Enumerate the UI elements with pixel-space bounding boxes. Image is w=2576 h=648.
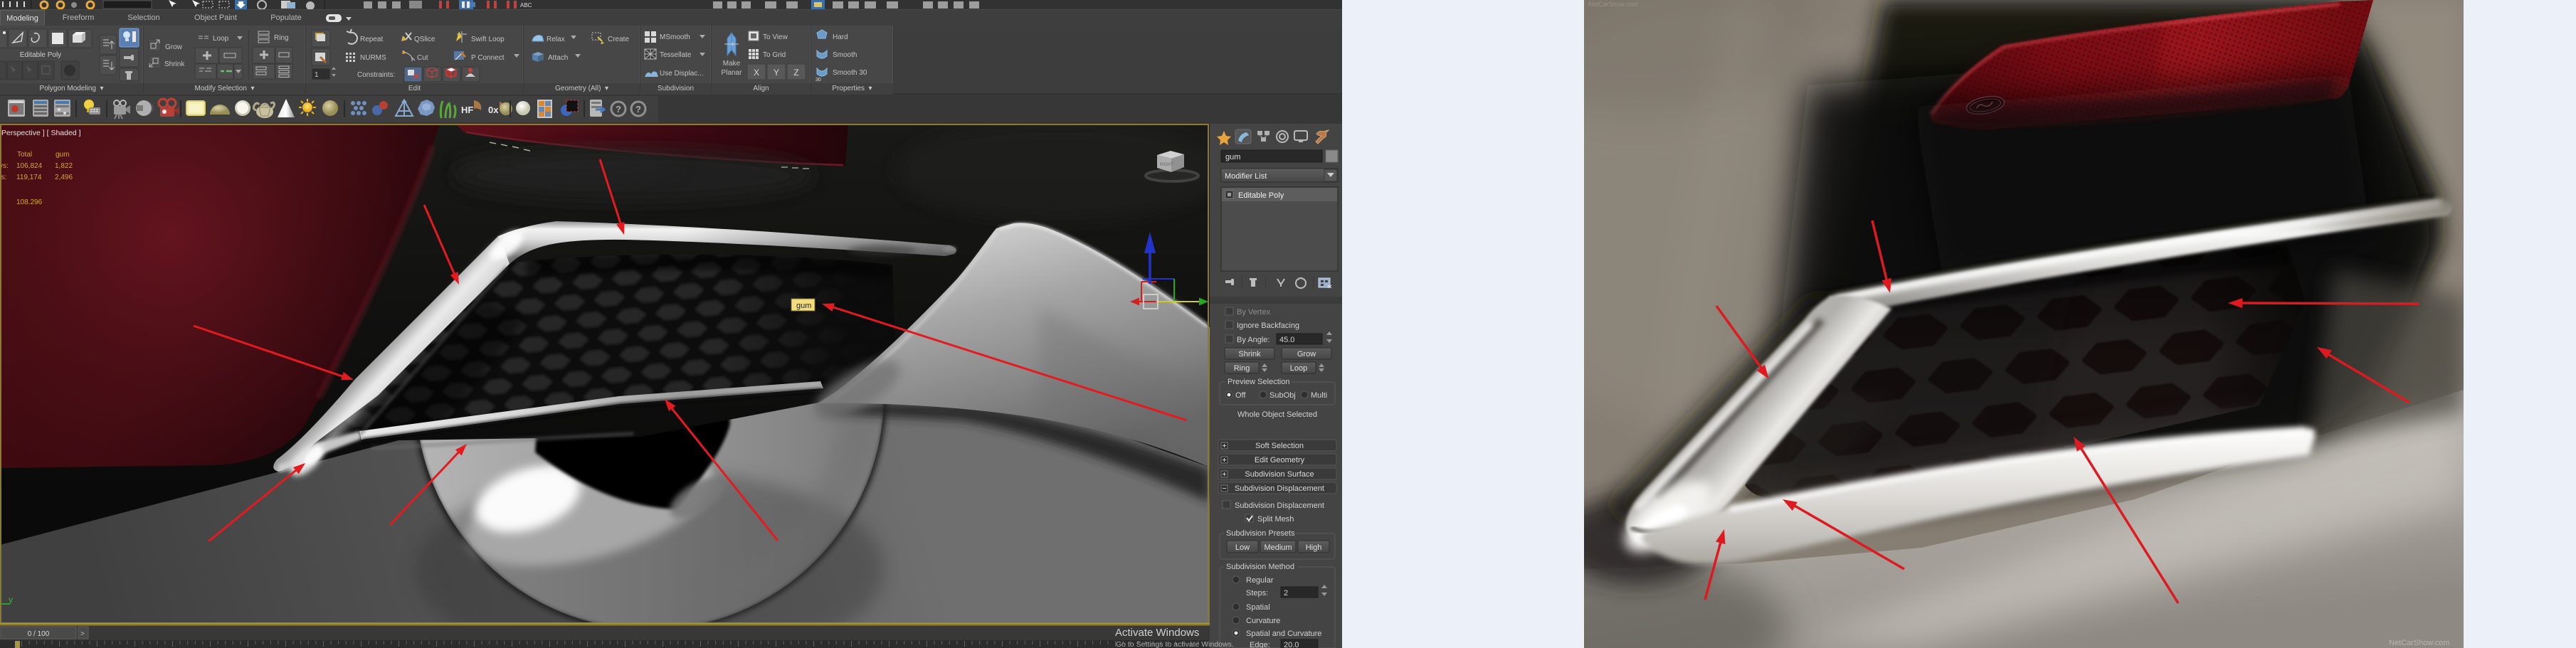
svg-text:Z: Z bbox=[793, 68, 798, 78]
svg-text:To View: To View bbox=[763, 33, 788, 41]
svg-text:NURMS: NURMS bbox=[360, 54, 386, 62]
svg-text:Medium: Medium bbox=[1264, 543, 1292, 552]
svg-text:NetCarShow.com: NetCarShow.com bbox=[2389, 639, 2450, 647]
svg-text:HF: HF bbox=[461, 105, 473, 115]
svg-text:To Grid: To Grid bbox=[763, 51, 786, 59]
svg-text:Swift Loop: Swift Loop bbox=[471, 36, 505, 43]
svg-text:Off: Off bbox=[1235, 391, 1246, 400]
svg-text:Ignore Backfacing: Ignore Backfacing bbox=[1237, 322, 1299, 330]
svg-text:Editable Poly: Editable Poly bbox=[20, 51, 61, 59]
svg-text:Steps:: Steps: bbox=[1246, 589, 1268, 597]
svg-text:Low: Low bbox=[1235, 543, 1250, 552]
svg-text:Edge:: Edge: bbox=[1250, 641, 1270, 648]
svg-text:Smooth: Smooth bbox=[833, 51, 857, 59]
svg-text:Shrink: Shrink bbox=[164, 60, 185, 68]
svg-text:Repeat: Repeat bbox=[360, 36, 383, 43]
svg-text:Perspective ] [ Shaded ]: Perspective ] [ Shaded ] bbox=[1, 129, 81, 137]
svg-text:Ring: Ring bbox=[1234, 364, 1250, 373]
svg-text:Whole Object Selected: Whole Object Selected bbox=[1237, 410, 1317, 419]
svg-text:Loop: Loop bbox=[213, 35, 229, 43]
svg-text:QSlice: QSlice bbox=[414, 36, 436, 43]
svg-text:By Vertex: By Vertex bbox=[1237, 308, 1271, 317]
svg-text:Planar: Planar bbox=[722, 69, 743, 77]
svg-text:Attach: Attach bbox=[548, 54, 568, 62]
svg-text:High: High bbox=[1306, 543, 1322, 552]
svg-text:SubObj: SubObj bbox=[1269, 391, 1296, 400]
svg-text:Subdivision Method: Subdivision Method bbox=[1226, 563, 1294, 571]
svg-text:Make: Make bbox=[723, 60, 741, 68]
svg-text:>: > bbox=[80, 630, 85, 638]
svg-text:119,174: 119,174 bbox=[16, 174, 42, 181]
svg-text:Grow: Grow bbox=[1297, 350, 1316, 358]
svg-text:Ring: Ring bbox=[274, 34, 289, 42]
svg-text:1,822: 1,822 bbox=[55, 162, 73, 170]
svg-text:Editable Poly: Editable Poly bbox=[1238, 191, 1284, 200]
svg-text:Modifier List: Modifier List bbox=[1225, 172, 1267, 181]
svg-text:y: y bbox=[9, 595, 13, 605]
svg-text:Curvature: Curvature bbox=[1246, 617, 1280, 625]
svg-text:X: X bbox=[754, 68, 759, 78]
svg-text:Create: Create bbox=[608, 36, 629, 43]
svg-text:?: ? bbox=[635, 104, 641, 115]
svg-text:Cut: Cut bbox=[417, 54, 428, 62]
svg-text:Total: Total bbox=[17, 151, 32, 159]
svg-text:0x: 0x bbox=[488, 105, 499, 115]
svg-text:Subdivision Presets: Subdivision Presets bbox=[1226, 529, 1295, 538]
svg-text:Smooth 30: Smooth 30 bbox=[833, 69, 867, 77]
svg-text:Subdivision Displacement: Subdivision Displacement bbox=[1235, 501, 1324, 510]
svg-text:30: 30 bbox=[815, 78, 821, 83]
svg-text:Hard: Hard bbox=[833, 33, 848, 41]
svg-text:106,824: 106,824 bbox=[16, 162, 43, 170]
svg-text:Relax: Relax bbox=[547, 36, 565, 43]
svg-text:ABC: ABC bbox=[520, 2, 532, 9]
svg-text:MSmooth: MSmooth bbox=[660, 33, 690, 41]
svg-text:gum: gum bbox=[796, 302, 811, 310]
svg-text:Preview Selection: Preview Selection bbox=[1228, 378, 1289, 386]
svg-text:Use Displac...: Use Displac... bbox=[660, 70, 704, 78]
svg-text:45.0: 45.0 bbox=[1279, 336, 1294, 344]
svg-text:gum: gum bbox=[1225, 153, 1240, 161]
svg-text:Tessellate: Tessellate bbox=[660, 51, 692, 59]
svg-text:Constraints:: Constraints: bbox=[357, 71, 395, 79]
svg-text:Subdivision Surface: Subdivision Surface bbox=[1245, 470, 1314, 479]
svg-text:Regular: Regular bbox=[1246, 576, 1274, 585]
svg-text:RIGHT: RIGHT bbox=[1160, 163, 1173, 167]
svg-text:Spatial: Spatial bbox=[1246, 603, 1270, 612]
svg-text:NetCarShow.com: NetCarShow.com bbox=[1588, 1, 1638, 8]
svg-text:108.296: 108.296 bbox=[16, 198, 43, 206]
svg-text:Edit Geometry: Edit Geometry bbox=[1255, 456, 1305, 464]
svg-text:Grow: Grow bbox=[165, 43, 183, 51]
svg-text:?: ? bbox=[616, 104, 621, 115]
svg-text:Spatial and Curvature: Spatial and Curvature bbox=[1246, 630, 1321, 638]
svg-text:1: 1 bbox=[315, 71, 319, 79]
svg-text:0 / 100: 0 / 100 bbox=[28, 630, 50, 638]
svg-text:Shrink: Shrink bbox=[1238, 350, 1261, 358]
svg-text:20.0: 20.0 bbox=[1284, 641, 1299, 648]
svg-text:Loop: Loop bbox=[1290, 364, 1307, 373]
svg-text:By Angle:: By Angle: bbox=[1237, 336, 1269, 344]
svg-text:gum: gum bbox=[56, 151, 69, 159]
svg-text:2: 2 bbox=[1284, 589, 1288, 597]
svg-text:Split Mesh: Split Mesh bbox=[1257, 515, 1294, 524]
svg-text:Multi: Multi bbox=[1311, 391, 1327, 400]
svg-text:Soft Selection: Soft Selection bbox=[1255, 442, 1304, 450]
svg-text:2,496: 2,496 bbox=[55, 174, 73, 181]
svg-text:Y: Y bbox=[774, 68, 779, 78]
svg-text:Subdivision Displacement: Subdivision Displacement bbox=[1235, 484, 1324, 493]
svg-text:P Connect: P Connect bbox=[471, 54, 505, 62]
